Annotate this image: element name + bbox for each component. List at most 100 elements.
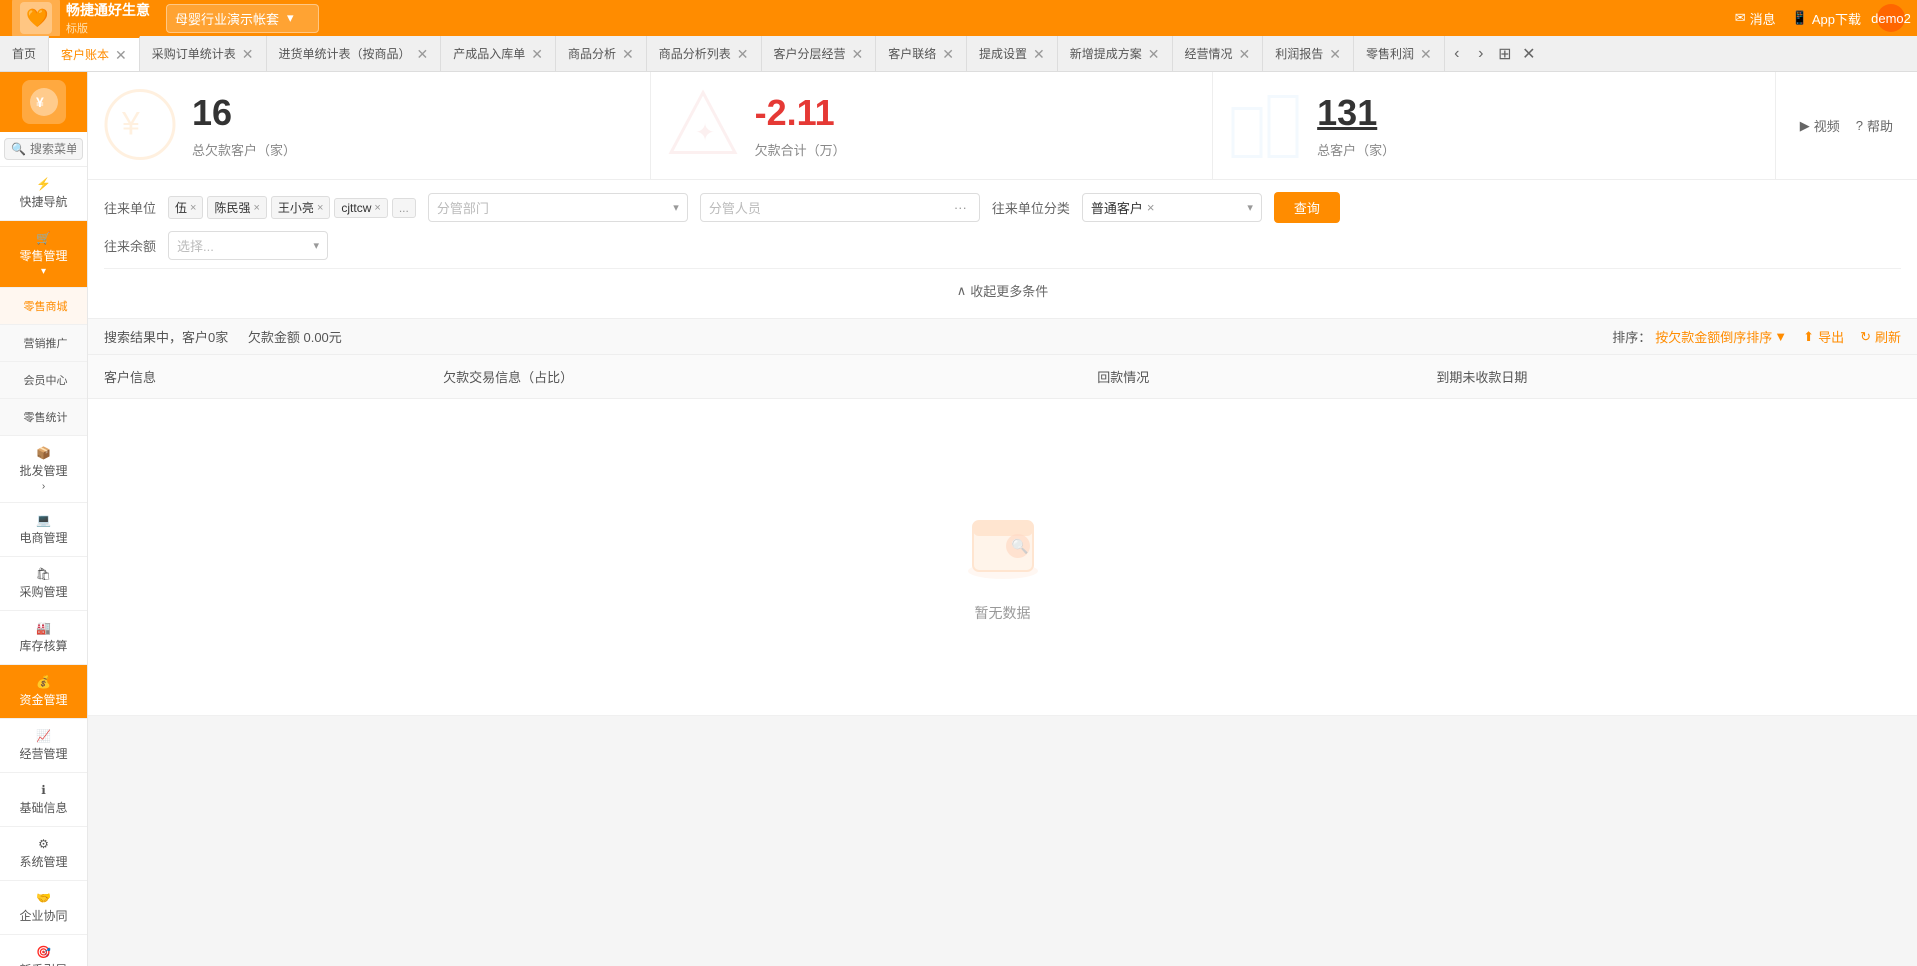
close-tab-operations[interactable]: ✕ [1239,47,1251,61]
sidebar-item-ecommerce[interactable]: 💻 电商管理 [0,503,87,557]
operations-icon: 📈 [36,729,51,743]
balance-selector[interactable]: 选择... ▾ [168,231,328,260]
close-tab-retail-profit[interactable]: ✕ [1420,47,1432,61]
sidebar-item-enterprise-coop[interactable]: 🤝 企业协同 [0,881,87,935]
sidebar-item-purchase[interactable]: 🛍 采购管理 [0,557,87,611]
help-link[interactable]: ? 帮助 [1856,116,1893,135]
export-button[interactable]: ⬆ 导出 [1803,327,1844,346]
tab-retail-profit[interactable]: 零售利润 ✕ [1354,36,1445,72]
sidebar-item-wholesale-mgmt[interactable]: 📦 批发管理 › [0,436,87,503]
stat-total-customers2: 131 总客户（家） [1213,72,1776,179]
close-tab-purchase-order[interactable]: ✕ [242,47,254,61]
app-download-button[interactable]: 📱 App下载 [1792,9,1861,28]
refresh-button[interactable]: ↻ 刷新 [1860,327,1901,346]
remove-tag-2[interactable]: × [253,202,259,214]
industry-selector[interactable]: 母婴行业演示帐套 ▾ [166,4,319,33]
close-tab-purchase-stat[interactable]: ✕ [417,47,429,61]
close-tab-customer-book[interactable]: ✕ [115,48,127,62]
logo-text: 畅捷通好生意 [66,0,150,20]
stat-customers-value: 16 [192,92,296,134]
sort-selector[interactable]: 按欠款金额倒序排序 ▼ [1655,327,1787,346]
sidebar-item-quick-nav[interactable]: ⚡ 快捷导航 [0,167,87,221]
close-tab-profit-report[interactable]: ✕ [1329,47,1341,61]
sort-area: 排序： 按欠款金额倒序排序 ▼ [1612,327,1787,346]
sidebar-item-retail-stat[interactable]: 零售统计 [0,399,87,436]
industry-selector-area: 母婴行业演示帐套 ▾ [150,4,1735,33]
svg-text:¥: ¥ [121,105,140,141]
sidebar-item-inventory[interactable]: 🏭 库存核算 [0,611,87,665]
more-tags-button[interactable]: ... [392,198,416,218]
sidebar-item-member-center[interactable]: 会员中心 [0,362,87,399]
debt-amount-text: 欠款金额 0.00元 [248,330,342,345]
stat-bg-icon-3 [1229,88,1301,163]
sidebar-item-system-mgmt[interactable]: ⚙ 系统管理 [0,827,87,881]
collapse-button[interactable]: ∧ 收起更多条件 [941,275,1065,306]
finance-icon: 💰 [36,675,51,689]
unit-class-selector[interactable]: 普通客户 × ▾ [1082,193,1262,222]
dept-selector[interactable]: 分管部门 ▾ [428,193,688,222]
person-selector[interactable]: 分管人员 ··· [700,193,980,222]
close-tab-product-analysis-list[interactable]: ✕ [737,47,749,61]
remove-tag-4[interactable]: × [374,202,380,214]
tab-expand-button[interactable]: ⊞ [1493,36,1517,72]
query-button[interactable]: 查询 [1274,192,1340,223]
tab-close-all-button[interactable]: ✕ [1517,36,1541,72]
stats-row: ¥ 16 总欠款客户（家） ✦ [88,72,1917,180]
sidebar-item-retail-mall[interactable]: 零售商城 [0,288,87,325]
tab-purchase-stat[interactable]: 进货单统计表（按商品） ✕ [267,36,442,72]
filter-row-2: 往来余额 选择... ▾ [104,231,1901,260]
quick-nav-icon: ⚡ [36,177,51,191]
sidebar-item-label: 营销推广 [24,335,68,351]
sidebar-item-label: 系统管理 [19,853,67,870]
tab-customer-contact[interactable]: 客户联络 ✕ [876,36,967,72]
remove-tag-3[interactable]: × [317,202,323,214]
remove-tag-1[interactable]: × [190,202,196,214]
close-tab-customer-contact[interactable]: ✕ [942,47,954,61]
tab-new-prompt[interactable]: 新增提成方案 ✕ [1058,36,1173,72]
tab-purchase-order-stat[interactable]: 采购订单统计表 ✕ [140,36,267,72]
search-result-text: 搜索结果中，客户0家 [104,330,228,345]
tab-customer-tier[interactable]: 客户分层经营 ✕ [762,36,877,72]
tab-profit-report[interactable]: 利润报告 ✕ [1263,36,1354,72]
person-dots[interactable]: ··· [950,200,971,215]
tab-product-analysis[interactable]: 商品分析 ✕ [556,36,647,72]
sidebar-item-finance[interactable]: 💰 资金管理 [0,665,87,719]
close-tab-customer-tier[interactable]: ✕ [852,47,864,61]
sidebar-item-newbie[interactable]: 🎯 新手引导 [0,935,87,966]
tab-customer-book[interactable]: 客户账本 ✕ [49,36,140,72]
content-inner: ¥ 16 总欠款客户（家） ✦ [88,72,1917,716]
tab-prompt-setting[interactable]: 提成设置 ✕ [967,36,1058,72]
result-bar: 搜索结果中，客户0家 欠款金额 0.00元 排序： 按欠款金额倒序排序 ▼ [88,319,1917,355]
close-tab-new-prompt[interactable]: ✕ [1148,47,1160,61]
sidebar-item-basic-info[interactable]: ℹ 基础信息 [0,773,87,827]
svg-text:🧡: 🧡 [26,8,49,28]
filter-tag-4: cjttcw × [334,198,387,218]
tab-product-in[interactable]: 产成品入库单 ✕ [441,36,556,72]
search-menu-input[interactable] [30,142,76,156]
close-tab-prompt-setting[interactable]: ✕ [1033,47,1045,61]
tab-home[interactable]: 首页 [0,36,49,72]
close-tab-product-in[interactable]: ✕ [531,47,543,61]
close-tab-product-analysis[interactable]: ✕ [622,47,634,61]
tab-prev-button[interactable]: ‹ [1445,36,1469,72]
remove-unit-class[interactable]: × [1147,200,1155,215]
sidebar-item-label: 零售商城 [24,298,68,314]
sidebar-item-marketing[interactable]: 营销推广 [0,325,87,362]
sidebar-item-label: 快捷导航 [19,193,67,210]
export-icon: ⬆ [1803,329,1814,345]
help-icon: ? [1856,118,1863,133]
purchase-icon: 🛍 [36,567,51,581]
gear-icon: ⚙ [38,837,49,851]
tab-product-analysis-list[interactable]: 商品分析列表 ✕ [647,36,762,72]
stat-customers2-value: 131 [1317,92,1395,134]
unit-label: 往来单位 [104,198,156,217]
video-link[interactable]: ▶ 视频 [1800,116,1840,135]
tab-next-button[interactable]: › [1469,36,1493,72]
user-menu-button[interactable]: demo2 [1877,4,1905,32]
stat-bg-icon-2: ✦ [667,88,739,163]
retail-mgmt-icon: 🛒 [36,231,51,245]
tab-operations[interactable]: 经营情况 ✕ [1173,36,1264,72]
message-button[interactable]: ✉ 消息 [1735,9,1776,28]
sidebar-item-retail-mgmt[interactable]: 🛒 零售管理 ▾ [0,221,87,288]
sidebar-item-operations[interactable]: 📈 经营管理 [0,719,87,773]
